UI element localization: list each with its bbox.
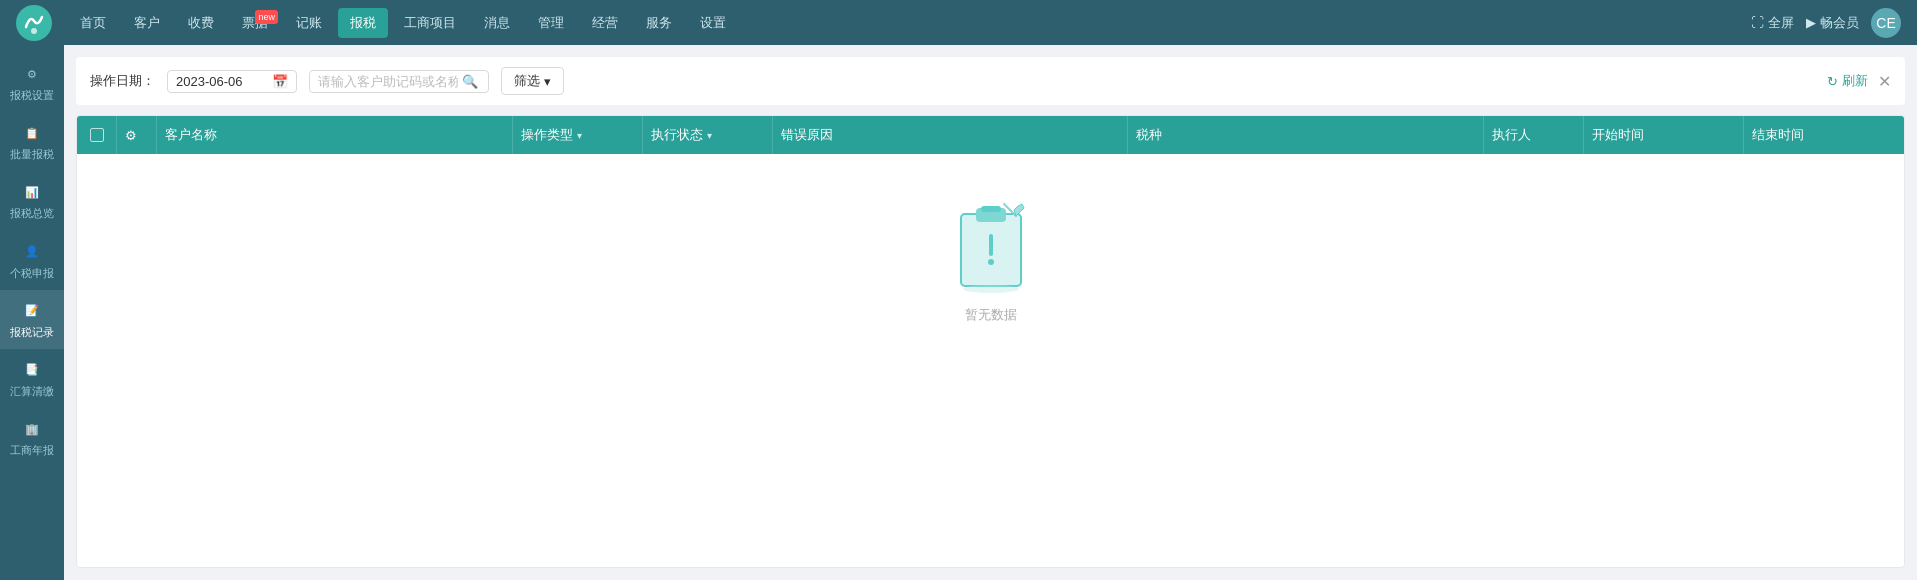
top-nav-right: ⛶ 全屏 ▶ 畅会员 CE	[1751, 8, 1901, 38]
member-label: 畅会员	[1820, 14, 1859, 32]
main-content: 操作日期： 📅 🔍 筛选 ▾ ↻ 刷新 ✕	[64, 45, 1917, 580]
settlement-icon: 📑	[21, 359, 43, 381]
svg-point-1	[31, 28, 37, 34]
table-container: ⚙ 客户名称 操作类型 ▾ 执行状态 ▾ 错误原因 税种	[76, 115, 1905, 568]
tax-settings-icon: ⚙	[21, 63, 43, 85]
th-operation-type: 操作类型 ▾	[513, 116, 643, 154]
sidebar-label-tax-settings: 报税设置	[10, 89, 54, 102]
sort-icon-status[interactable]: ▾	[707, 130, 712, 141]
th-checkbox[interactable]	[77, 116, 117, 154]
avatar[interactable]: CE	[1871, 8, 1901, 38]
nav-item-home[interactable]: 首页	[68, 8, 118, 38]
sidebar-item-personal-tax[interactable]: 👤 个税申报	[0, 231, 64, 290]
main-layout: ⚙ 报税设置 📋 批量报税 📊 报税总览 👤 个税申报 📝 报税记录 📑 汇算清缴 🏢 工商年报 操作日期…	[0, 45, 1917, 580]
sidebar-label-settlement: 汇算清缴	[10, 385, 54, 398]
refresh-button[interactable]: ↻ 刷新	[1827, 72, 1868, 90]
avatar-initials: CE	[1876, 15, 1895, 31]
search-icon[interactable]: 🔍	[462, 74, 478, 89]
nav-item-accounting[interactable]: 记账	[284, 8, 334, 38]
filter-bar: 操作日期： 📅 🔍 筛选 ▾ ↻ 刷新 ✕	[76, 57, 1905, 105]
th-end-time: 结束时间	[1744, 116, 1904, 154]
date-label: 操作日期：	[90, 72, 155, 90]
th-client-name-label: 客户名称	[165, 126, 217, 144]
fullscreen-icon: ⛶	[1751, 15, 1764, 30]
sort-icon-operation[interactable]: ▾	[577, 130, 582, 141]
nav-menu: 首页客户收费票据new记账报税工商项目消息管理经营服务设置	[68, 8, 1751, 38]
svg-point-6	[988, 259, 994, 265]
th-end-time-label: 结束时间	[1752, 126, 1804, 144]
th-executor-label: 执行人	[1492, 126, 1531, 144]
empty-text: 暂无数据	[965, 306, 1017, 324]
nav-item-business[interactable]: 工商项目	[392, 8, 468, 38]
refresh-label: 刷新	[1842, 72, 1868, 90]
tax-records-icon: 📝	[21, 300, 43, 322]
nav-item-message[interactable]: 消息	[472, 8, 522, 38]
th-error-reason-label: 错误原因	[781, 126, 833, 144]
close-button[interactable]: ✕	[1878, 72, 1891, 91]
th-exec-status-label: 执行状态	[651, 126, 703, 144]
sidebar-item-annual-report[interactable]: 🏢 工商年报	[0, 408, 64, 467]
th-start-time: 开始时间	[1584, 116, 1744, 154]
empty-state: 暂无数据	[77, 154, 1904, 354]
refresh-icon: ↻	[1827, 74, 1838, 89]
nav-item-customer[interactable]: 客户	[122, 8, 172, 38]
sidebar-item-tax-settings[interactable]: ⚙ 报税设置	[0, 53, 64, 112]
app-logo[interactable]	[16, 5, 52, 41]
sidebar-label-annual-report: 工商年报	[10, 444, 54, 457]
annual-report-icon: 🏢	[21, 418, 43, 440]
batch-tax-icon: 📋	[21, 122, 43, 144]
th-executor: 执行人	[1484, 116, 1584, 154]
filter-label-text: 筛选	[514, 72, 540, 90]
th-tax-type: 税种	[1128, 116, 1484, 154]
nav-item-tax[interactable]: 报税	[338, 8, 388, 38]
sidebar-item-batch-tax[interactable]: 📋 批量报税	[0, 112, 64, 171]
th-settings: ⚙	[117, 116, 157, 154]
member-button[interactable]: ▶ 畅会员	[1806, 14, 1859, 32]
nav-item-billing[interactable]: 收费	[176, 8, 226, 38]
date-input[interactable]	[176, 74, 266, 89]
sidebar-label-batch-tax: 批量报税	[10, 148, 54, 161]
table-header: ⚙ 客户名称 操作类型 ▾ 执行状态 ▾ 错误原因 税种	[77, 116, 1904, 154]
svg-point-10	[963, 285, 1019, 293]
nav-item-operation[interactable]: 经营	[580, 8, 630, 38]
sidebar: ⚙ 报税设置 📋 批量报税 📊 报税总览 👤 个税申报 📝 报税记录 📑 汇算清缴 🏢 工商年报	[0, 45, 64, 580]
empty-icon	[946, 194, 1036, 294]
svg-rect-5	[981, 206, 1001, 212]
search-input[interactable]	[318, 74, 458, 89]
nav-item-service[interactable]: 服务	[634, 8, 684, 38]
filter-button[interactable]: 筛选 ▾	[501, 67, 564, 95]
sidebar-item-tax-records[interactable]: 📝 报税记录	[0, 290, 64, 349]
chevron-down-icon: ▾	[544, 74, 551, 89]
sidebar-item-settlement[interactable]: 📑 汇算清缴	[0, 349, 64, 408]
fullscreen-label: 全屏	[1768, 14, 1794, 32]
select-all-checkbox[interactable]	[90, 128, 104, 142]
th-tax-type-label: 税种	[1136, 126, 1162, 144]
nav-item-settings[interactable]: 设置	[688, 8, 738, 38]
top-nav: 首页客户收费票据new记账报税工商项目消息管理经营服务设置 ⛶ 全屏 ▶ 畅会员…	[0, 0, 1917, 45]
tax-overview-icon: 📊	[21, 181, 43, 203]
fullscreen-button[interactable]: ⛶ 全屏	[1751, 14, 1794, 32]
th-exec-status: 执行状态 ▾	[643, 116, 773, 154]
th-error-reason: 错误原因	[773, 116, 1129, 154]
filter-bar-right: ↻ 刷新 ✕	[1827, 72, 1891, 91]
sidebar-label-tax-records: 报税记录	[10, 326, 54, 339]
sidebar-label-tax-overview: 报税总览	[10, 207, 54, 220]
badge-new-invoice: new	[255, 10, 278, 24]
calendar-icon[interactable]: 📅	[272, 74, 288, 89]
th-client-name: 客户名称	[157, 116, 513, 154]
sidebar-label-personal-tax: 个税申报	[10, 267, 54, 280]
svg-rect-7	[989, 234, 993, 256]
date-picker[interactable]: 📅	[167, 70, 297, 93]
settings-icon[interactable]: ⚙	[125, 128, 137, 143]
nav-item-invoice[interactable]: 票据new	[230, 8, 280, 38]
nav-item-manage[interactable]: 管理	[526, 8, 576, 38]
search-input-wrap[interactable]: 🔍	[309, 70, 489, 93]
th-start-time-label: 开始时间	[1592, 126, 1644, 144]
personal-tax-icon: 👤	[21, 241, 43, 263]
video-icon: ▶	[1806, 15, 1816, 30]
th-operation-type-label: 操作类型	[521, 126, 573, 144]
sidebar-item-tax-overview[interactable]: 📊 报税总览	[0, 171, 64, 230]
